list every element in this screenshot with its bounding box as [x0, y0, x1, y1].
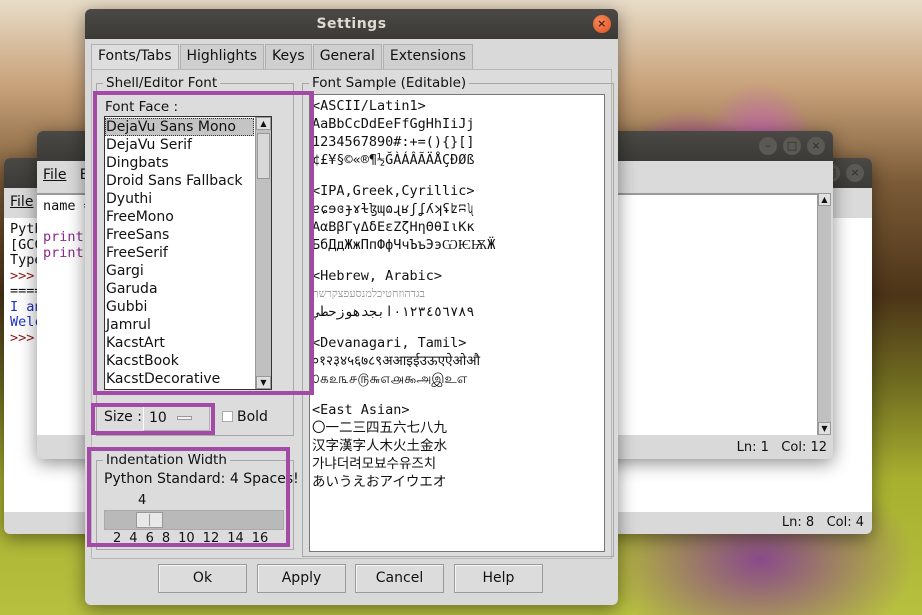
help-button[interactable]: Help: [454, 564, 543, 593]
editor-scrollbar[interactable]: ▲ ▼: [817, 193, 831, 435]
tab-general[interactable]: General: [312, 44, 382, 69]
sample-line: [312, 169, 602, 182]
minimize-icon[interactable]: –: [759, 137, 777, 155]
tab-extensions[interactable]: Extensions: [382, 44, 473, 69]
bold-checkbox[interactable]: [222, 411, 233, 422]
sample-line: <IPA,Greek,Cyrillic>: [312, 183, 475, 199]
menu-file[interactable]: File: [10, 194, 33, 210]
editor-status: Ln: 1 Col: 12: [737, 440, 827, 455]
sample-line: בגדהוזחטיכלמנסעפצקרשת: [312, 287, 425, 300]
font-face-highlight: [93, 91, 314, 395]
sample-line: ɐɕɘɞɟɤɫɮɰɷɻʁʃʆʎʞʢʫʭʯ: [312, 201, 475, 217]
dialog-title: Settings: [316, 16, 387, 32]
sample-line: БбДдЖжПпФфЧчЪъЭэѠѤѬӜ: [312, 237, 496, 253]
shell-status: Ln: 8 Col: 4: [782, 515, 864, 530]
sample-line: ¢£¥§©«®¶½ĞÀÁÂÃÄÅÇÐØß: [312, 152, 475, 168]
line-number: Ln: 1: [736, 440, 769, 455]
apply-button[interactable]: Apply: [257, 564, 346, 593]
sample-line: AaBbCcDdEeFfGgHhIiJj: [312, 116, 475, 132]
column-number: Col: 4: [826, 515, 864, 530]
sample-group-legend: Font Sample (Editable): [312, 75, 467, 91]
sample-line: 汉字漢字人木火土金水: [312, 438, 447, 454]
sample-line: ٠١٢٣٤٥٦٧٨٩ابجدهوزحطي: [312, 304, 475, 320]
ok-button[interactable]: Ok: [158, 564, 247, 593]
sample-line: [312, 254, 602, 267]
tab-highlights[interactable]: Highlights: [179, 44, 264, 69]
tab-fonts-tabs[interactable]: Fonts/Tabs: [91, 44, 179, 70]
indentation-highlight: [87, 447, 290, 547]
sample-line: <Devanagari, Tamil>: [312, 335, 467, 351]
maximize-icon[interactable]: □: [783, 137, 801, 155]
sample-line: 〇一二三四五六七八九: [312, 420, 447, 436]
bold-label: Bold: [237, 409, 268, 425]
sample-line: ௦௧௨௩௪௫௬௭௮௯அஇஉஎ: [312, 371, 468, 387]
sample-line: [312, 388, 602, 401]
column-number: Col: 12: [781, 440, 827, 455]
sample-line: <Hebrew, Arabic>: [312, 268, 443, 284]
font-group-legend: Shell/Editor Font: [106, 75, 218, 91]
close-icon[interactable]: ×: [593, 15, 611, 33]
sample-line: <ASCII/Latin1>: [312, 98, 426, 114]
sample-line: 1234567890#:+=(){}[]: [312, 134, 475, 150]
tab-keys[interactable]: Keys: [265, 44, 312, 69]
sample-line: <East Asian>: [312, 402, 410, 418]
sample-line: あいうえおアイウエオ: [312, 474, 447, 490]
sample-line: 가냐더려모뵤수유즈치: [312, 456, 437, 472]
cancel-button[interactable]: Cancel: [355, 564, 444, 593]
close-icon[interactable]: ×: [846, 164, 864, 182]
tab-bar: Fonts/Tabs Highlights Keys General Exten…: [91, 44, 474, 70]
settings-titlebar: Settings ×: [85, 9, 618, 39]
line-number: Ln: 8: [781, 515, 815, 530]
size-highlight: [91, 403, 215, 435]
sample-line: ०१२३४५६७८९अआइईउऊएऐओऔ: [312, 353, 481, 369]
menu-file[interactable]: File: [43, 167, 66, 183]
font-sample-text[interactable]: <ASCII/Latin1> AaBbCcDdEeFfGgHhIiJj 123456…: [309, 94, 605, 552]
sample-line: ΑαΒβΓγΔδΕεΖζΗηΘθΙιΚκ: [312, 219, 475, 235]
sample-line: [312, 321, 602, 334]
close-icon[interactable]: ×: [807, 137, 825, 155]
